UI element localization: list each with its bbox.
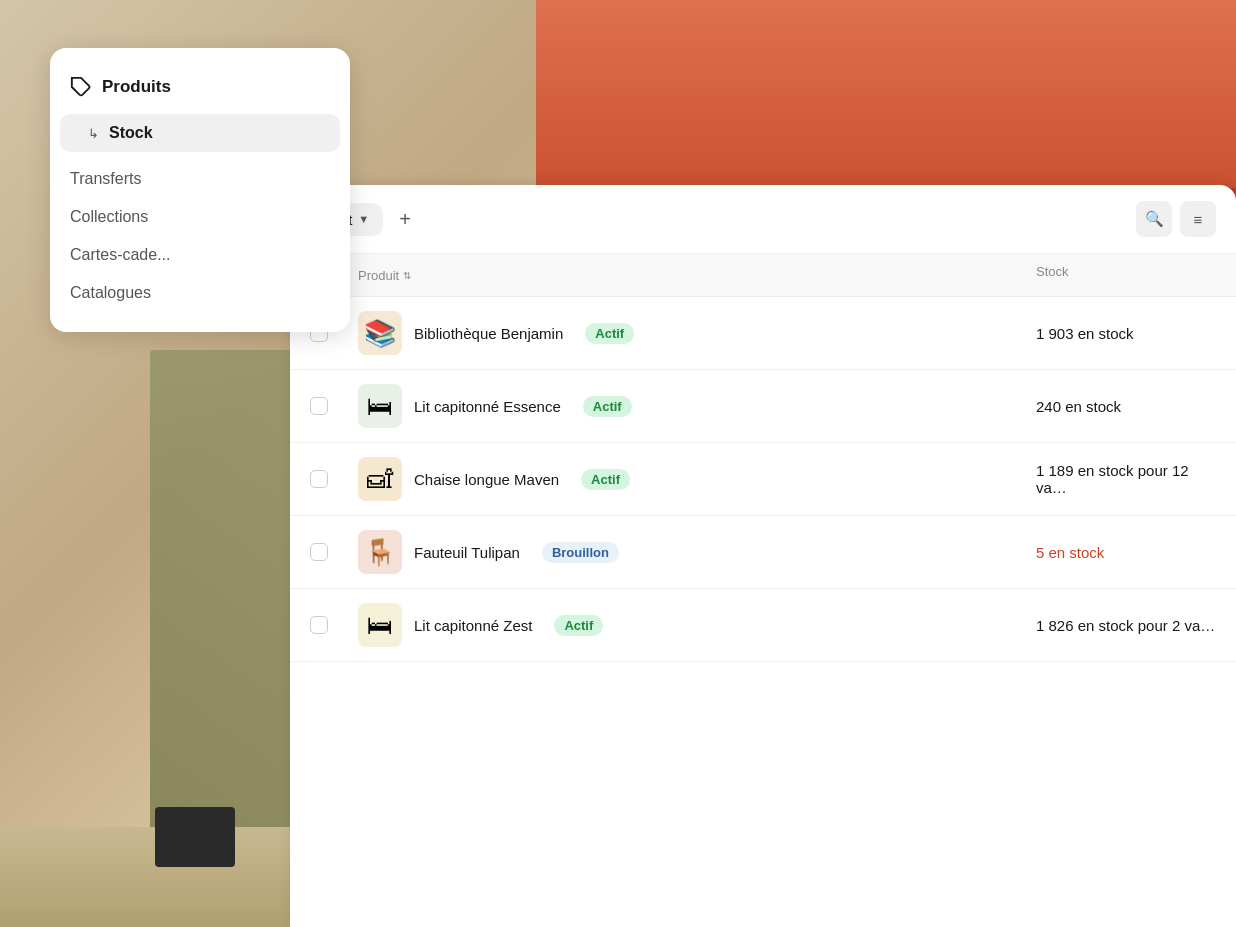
table-header: Produit ⇅ Stock [290, 254, 1236, 297]
product-name-5: Lit capitonné Zest [414, 617, 532, 634]
table-row[interactable]: 📚 Bibliothèque Benjamin Actif 1 903 en s… [290, 297, 1236, 370]
row-stock-2: 240 en stock [1036, 398, 1216, 415]
row-checkbox-4 [310, 543, 358, 561]
row-stock-1: 1 903 en stock [1036, 325, 1216, 342]
sidebar-item-transferts[interactable]: Transferts [50, 160, 350, 198]
product-name-4: Fauteuil Tulipan [414, 544, 520, 561]
product-name-2: Lit capitonné Essence [414, 398, 561, 415]
product-thumbnail-3: 🛋 [358, 457, 402, 501]
status-badge-3: Actif [581, 469, 630, 490]
table-row[interactable]: 🛏 Lit capitonné Essence Actif 240 en sto… [290, 370, 1236, 443]
tag-icon [70, 76, 92, 98]
product-name-3: Chaise longue Maven [414, 471, 559, 488]
row-product-2: 🛏 Lit capitonné Essence Actif [358, 384, 1036, 428]
row-checkbox-2 [310, 397, 358, 415]
table-row[interactable]: 🪑 Fauteuil Tulipan Brouillon 5 en stock [290, 516, 1236, 589]
table-row[interactable]: 🛏 Lit capitonné Zest Actif 1 826 en stoc… [290, 589, 1236, 662]
status-badge-1: Actif [585, 323, 634, 344]
row-checkbox-input-2[interactable] [310, 397, 328, 415]
stock-label: Stock [109, 124, 153, 142]
sidebar-item-collections[interactable]: Collections [50, 198, 350, 236]
sidebar-title: Produits [102, 77, 171, 97]
toolbar-right: 🔍 ≡ [1136, 201, 1216, 237]
status-badge-4: Brouillon [542, 542, 619, 563]
row-stock-3: 1 189 en stock pour 12 va… [1036, 462, 1216, 496]
sidebar-panel: Produits ↳ Stock Transferts Collections … [50, 48, 350, 332]
row-stock-5: 1 826 en stock pour 2 va… [1036, 617, 1216, 634]
status-badge-5: Actif [554, 615, 603, 636]
filter-icon-button[interactable]: ≡ [1180, 201, 1216, 237]
chevron-down-icon: ▼ [358, 213, 369, 225]
header-product: Produit ⇅ [358, 264, 1036, 286]
row-checkbox-input-3[interactable] [310, 470, 328, 488]
sidebar-item-stock[interactable]: ↳ Stock [60, 114, 340, 152]
add-button[interactable]: + [395, 204, 415, 235]
search-button[interactable]: 🔍 [1136, 201, 1172, 237]
product-thumbnail-1: 📚 [358, 311, 402, 355]
toolbar: Tout ▼ + 🔍 ≡ [290, 185, 1236, 254]
row-product-5: 🛏 Lit capitonné Zest Actif [358, 603, 1036, 647]
shelf-decoration [536, 0, 1236, 200]
arrow-icon: ↳ [88, 126, 99, 141]
sidebar-item-cartes-cade[interactable]: Cartes-cade... [50, 236, 350, 274]
product-name-1: Bibliothèque Benjamin [414, 325, 563, 342]
sidebar-header: Produits [50, 68, 350, 114]
sidebar-item-catalogues[interactable]: Catalogues [50, 274, 350, 312]
sort-icon: ⇅ [403, 270, 411, 281]
main-panel: Tout ▼ + 🔍 ≡ Produit ⇅ Stock [290, 185, 1236, 927]
row-checkbox-input-5[interactable] [310, 616, 328, 634]
search-icon: 🔍 [1145, 210, 1164, 228]
table-row[interactable]: 🛋 Chaise longue Maven Actif 1 189 en sto… [290, 443, 1236, 516]
row-checkbox-5 [310, 616, 358, 634]
product-thumbnail-2: 🛏 [358, 384, 402, 428]
row-product-4: 🪑 Fauteuil Tulipan Brouillon [358, 530, 1036, 574]
dark-item-decoration [155, 807, 235, 867]
row-product-3: 🛋 Chaise longue Maven Actif [358, 457, 1036, 501]
row-product-1: 📚 Bibliothèque Benjamin Actif [358, 311, 1036, 355]
filter-lines-icon: ≡ [1194, 211, 1203, 228]
row-stock-4: 5 en stock [1036, 544, 1216, 561]
header-stock: Stock [1036, 264, 1216, 286]
row-checkbox-input-4[interactable] [310, 543, 328, 561]
row-checkbox-3 [310, 470, 358, 488]
product-thumbnail-4: 🪑 [358, 530, 402, 574]
product-thumbnail-5: 🛏 [358, 603, 402, 647]
status-badge-2: Actif [583, 396, 632, 417]
